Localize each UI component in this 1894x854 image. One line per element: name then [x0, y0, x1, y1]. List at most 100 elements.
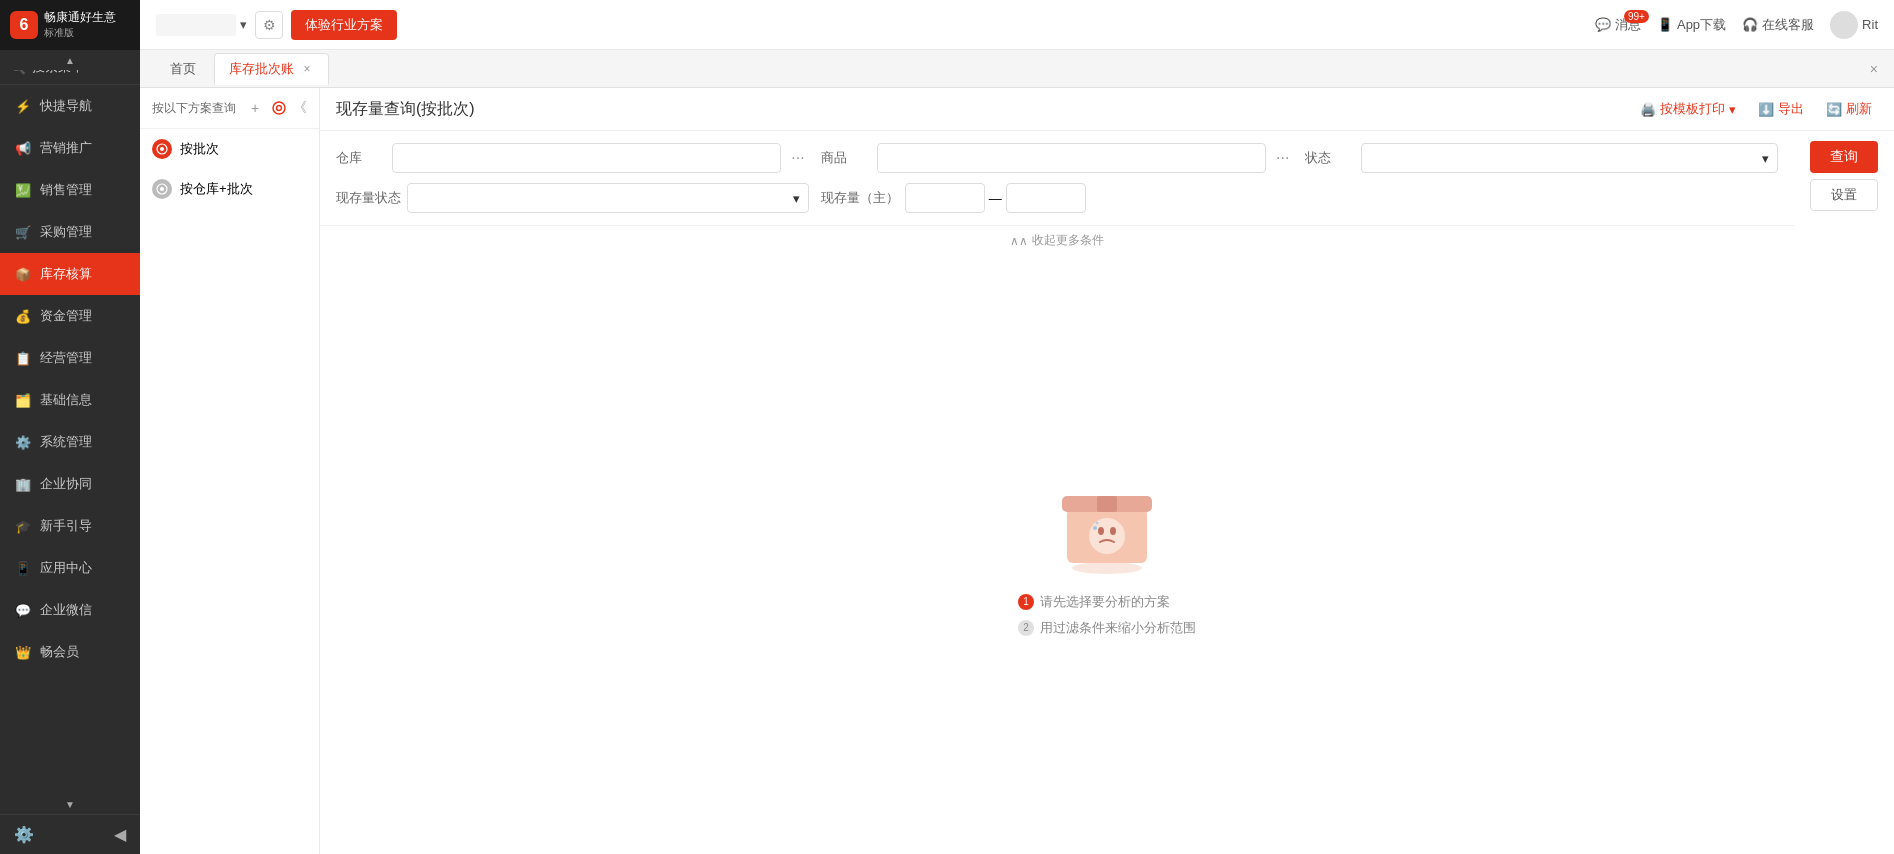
sidebar-item-label: 新手引导: [40, 517, 92, 535]
basic-icon: 🗂️: [14, 391, 32, 409]
topbar-dropdown[interactable]: ▾: [156, 14, 247, 36]
sidebar-item-wechat[interactable]: 💬 企业微信: [0, 589, 140, 631]
messages-button[interactable]: 💬 消息 99+: [1595, 16, 1641, 34]
headset-icon: 🎧: [1742, 17, 1758, 32]
right-content: 现存量查询(按批次) 🖨️ 按模板打印 ▾ ⬇️ 导出 🔄 刷新: [320, 88, 1894, 854]
page-actions: 🖨️ 按模板打印 ▾ ⬇️ 导出 🔄 刷新: [1634, 98, 1878, 120]
empty-hint: 1 请先选择要分析的方案 2 用过滤条件来缩小分析范围: [1018, 589, 1196, 641]
operations-icon: 📋: [14, 349, 32, 367]
plan-settings-button[interactable]: [269, 98, 289, 118]
sidebar-item-purchase[interactable]: 🛒 采购管理: [0, 211, 140, 253]
collapse-more-button[interactable]: ∧∧ 收起更多条件: [320, 226, 1794, 255]
filter-area: 仓库 ··· 商品 ··· 状态: [320, 131, 1794, 226]
settings-button[interactable]: 设置: [1810, 179, 1878, 211]
user-avatar-button[interactable]: Rit: [1830, 11, 1878, 39]
sidebar-item-label: 销售管理: [40, 181, 92, 199]
sidebar-footer: ⚙️ ◀: [0, 814, 140, 854]
sidebar-item-enterprise[interactable]: 🏢 企业协同: [0, 463, 140, 505]
status-select[interactable]: ▾: [1361, 143, 1778, 173]
sidebar-scroll-up[interactable]: ▲: [0, 50, 140, 70]
stock-amount-max-input[interactable]: [1006, 183, 1086, 213]
sidebar-item-apps[interactable]: 📱 应用中心: [0, 547, 140, 589]
sidebar-item-marketing[interactable]: 📢 营销推广: [0, 127, 140, 169]
sidebar-item-label: 企业微信: [40, 601, 92, 619]
system-icon: ⚙️: [14, 433, 32, 451]
topbar-gear-button[interactable]: ⚙: [255, 11, 283, 39]
plan-item-warehouse-batch[interactable]: 按仓库+批次: [140, 169, 319, 209]
settings-icon[interactable]: ⚙️: [14, 825, 34, 844]
sidebar-item-label: 企业协同: [40, 475, 92, 493]
chevron-up-icon: ∧∧: [1010, 234, 1028, 248]
svg-point-14: [1096, 522, 1099, 525]
sidebar-item-finance[interactable]: 💰 资金管理: [0, 295, 140, 337]
sidebar-item-system[interactable]: ⚙️ 系统管理: [0, 421, 140, 463]
apps-icon: 📱: [14, 559, 32, 577]
product-input[interactable]: [877, 143, 1266, 173]
export-button[interactable]: ⬇️ 导出: [1752, 98, 1810, 120]
filter-row-1: 仓库 ··· 商品 ··· 状态: [336, 143, 1778, 173]
app-download-label: App下载: [1677, 16, 1726, 34]
plan-item-batch[interactable]: 按批次: [140, 129, 319, 169]
print-button[interactable]: 🖨️ 按模板打印 ▾: [1634, 98, 1742, 120]
stock-amount-min-input[interactable]: [905, 183, 985, 213]
svg-point-3: [160, 147, 164, 151]
inventory-icon: 📦: [14, 265, 32, 283]
collapse-sidebar-icon[interactable]: ◀: [114, 825, 126, 844]
query-button[interactable]: 查询: [1810, 141, 1878, 173]
app-edition: 标准版: [44, 26, 116, 40]
filter-row-2: 现存量状态 ▾ 现存量（主） —: [336, 183, 1778, 213]
sidebar-item-member[interactable]: 👑 畅会员: [0, 631, 140, 673]
app-brand: 畅康通好生意: [44, 10, 116, 26]
warehouse-label: 仓库: [336, 149, 386, 167]
filter-section: 仓库 ··· 商品 ··· 状态: [320, 131, 1794, 255]
online-service-label: 在线客服: [1762, 16, 1814, 34]
page-content: 按以下方案查询 + 《: [140, 88, 1894, 854]
phone-icon: 📱: [1657, 17, 1673, 32]
stock-status-label: 现存量状态: [336, 189, 401, 207]
sidebar-item-operations[interactable]: 📋 经营管理: [0, 337, 140, 379]
purchase-icon: 🛒: [14, 223, 32, 241]
plan-icon-warehouse-batch: [152, 179, 172, 199]
tab-close-button[interactable]: ×: [300, 62, 314, 76]
sidebar-item-label: 采购管理: [40, 223, 92, 241]
tab-home[interactable]: 首页: [156, 54, 210, 84]
sidebar-item-sales[interactable]: 💹 销售管理: [0, 169, 140, 211]
sidebar-scroll-down[interactable]: ▼: [0, 794, 140, 814]
sidebar-item-newbie[interactable]: 🎓 新手引导: [0, 505, 140, 547]
svg-point-5: [160, 187, 164, 191]
sidebar-item-basic[interactable]: 🗂️ 基础信息: [0, 379, 140, 421]
sidebar-item-shortcut[interactable]: ⚡ 快捷导航: [0, 85, 140, 127]
hint-text-2: 用过滤条件来缩小分析范围: [1040, 615, 1196, 641]
svg-point-6: [1072, 562, 1142, 574]
product-dots-button[interactable]: ···: [1272, 149, 1293, 167]
left-panel-tools: + 《: [245, 98, 307, 118]
stock-status-select[interactable]: ▾: [407, 183, 809, 213]
sidebar-item-label: 营销推广: [40, 139, 92, 157]
button-section: 查询 设置: [1794, 131, 1894, 221]
warehouse-dots-button[interactable]: ···: [787, 149, 808, 167]
page-header: 现存量查询(按批次) 🖨️ 按模板打印 ▾ ⬇️ 导出 🔄 刷新: [320, 88, 1894, 131]
experience-industry-button[interactable]: 体验行业方案: [291, 10, 397, 40]
sidebar-item-inventory[interactable]: 📦 库存核算: [0, 253, 140, 295]
svg-rect-9: [1097, 496, 1117, 512]
svg-point-12: [1110, 527, 1116, 535]
export-label: 导出: [1778, 100, 1804, 118]
app-download-button[interactable]: 📱 App下载: [1657, 16, 1726, 34]
sidebar-item-label: 库存核算: [40, 265, 92, 283]
add-plan-button[interactable]: +: [245, 98, 265, 118]
refresh-icon: 🔄: [1826, 102, 1842, 117]
collapse-panel-button[interactable]: 《: [293, 99, 307, 117]
warehouse-input[interactable]: [392, 143, 781, 173]
close-all-tabs-button[interactable]: ×: [1870, 61, 1878, 77]
collapse-more-label: 收起更多条件: [1032, 232, 1104, 249]
hint-num-2: 2: [1018, 620, 1034, 636]
topbar-left: ▾ ⚙ 体验行业方案: [156, 10, 1585, 40]
finance-icon: 💰: [14, 307, 32, 325]
app-logo: 6: [10, 11, 38, 39]
filter-warehouse: 仓库 ···: [336, 143, 809, 173]
status-label: 状态: [1305, 149, 1355, 167]
tabs-bar: 首页 库存批次账 × ×: [140, 50, 1894, 88]
tab-inventory-batch[interactable]: 库存批次账 ×: [214, 53, 329, 85]
online-service-button[interactable]: 🎧 在线客服: [1742, 16, 1814, 34]
refresh-button[interactable]: 🔄 刷新: [1820, 98, 1878, 120]
